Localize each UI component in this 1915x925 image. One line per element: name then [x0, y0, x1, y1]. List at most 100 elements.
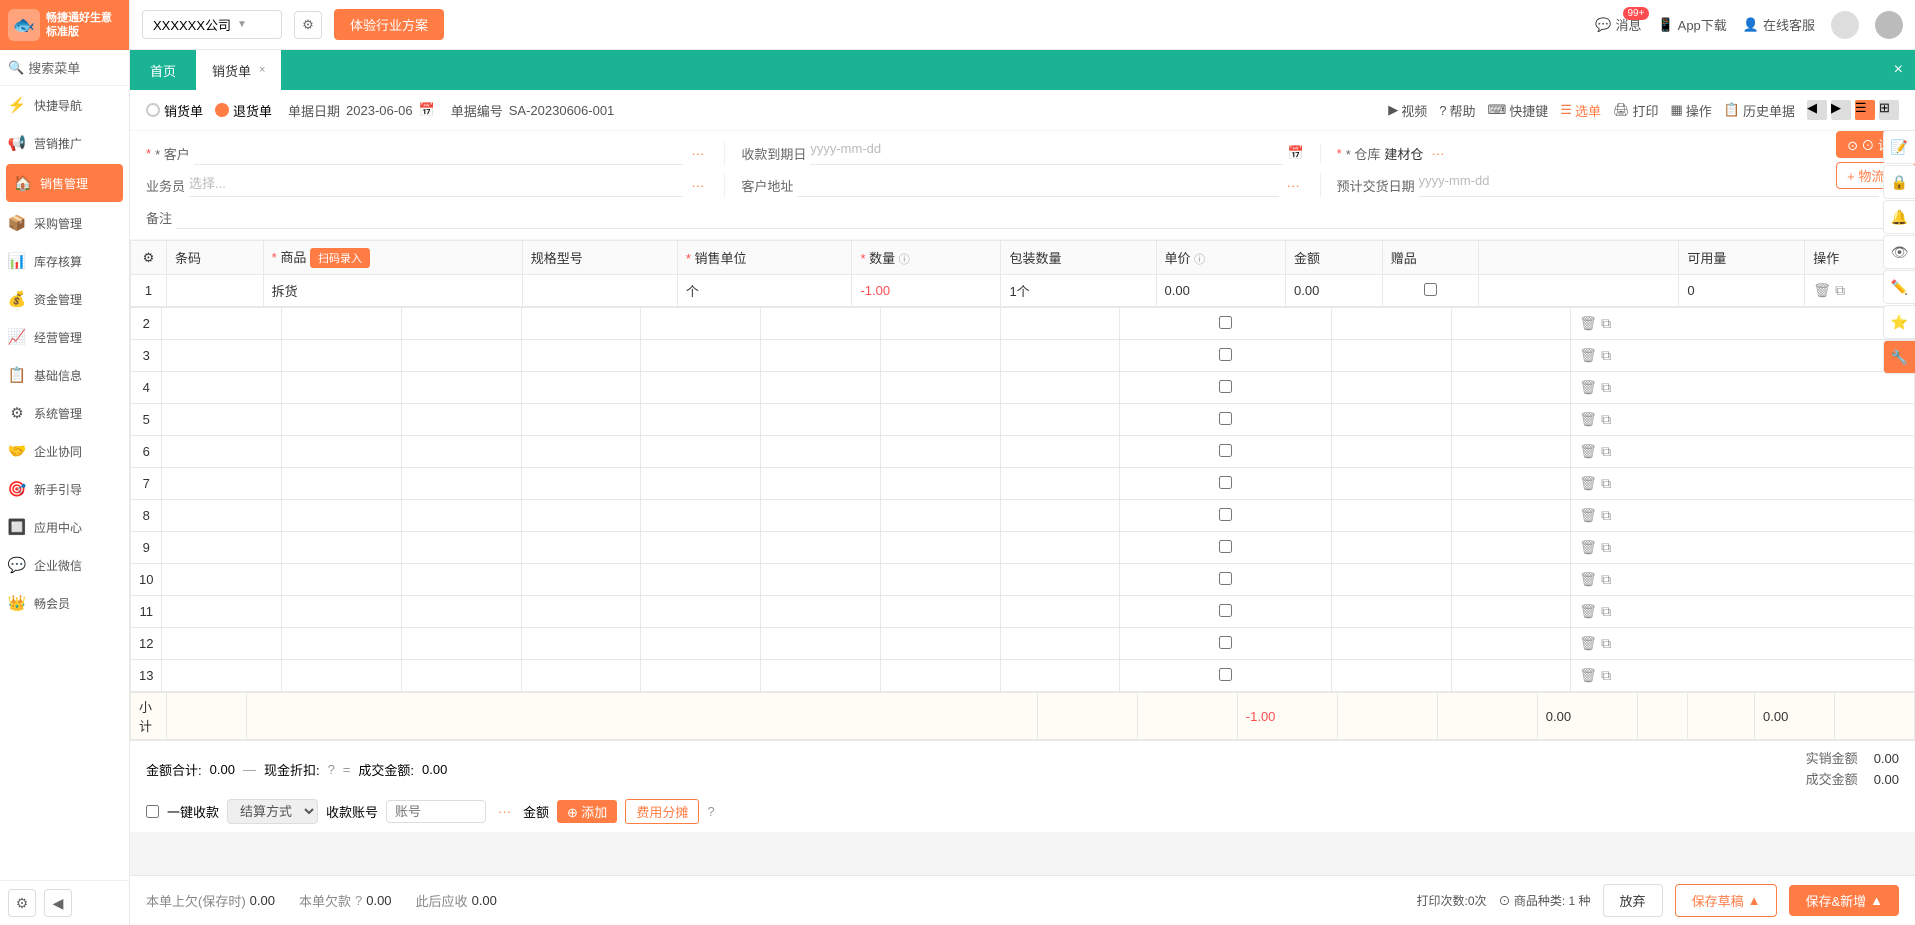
unit-5[interactable] — [521, 404, 641, 436]
quantity-8[interactable] — [641, 500, 761, 532]
quantity-7[interactable] — [641, 468, 761, 500]
pack-qty-2[interactable] — [761, 308, 881, 340]
payment-help-icon[interactable]: ? — [707, 804, 714, 819]
gift-7[interactable] — [1120, 468, 1331, 500]
product-7[interactable] — [282, 468, 402, 500]
gift-2[interactable] — [1120, 308, 1331, 340]
radio-sale[interactable]: 销货单 — [146, 101, 203, 120]
pack-qty-13[interactable] — [761, 660, 881, 692]
sidebar-collapse-btn[interactable]: ◀ — [44, 889, 72, 917]
quantity-3[interactable] — [641, 340, 761, 372]
payment-date-input[interactable]: yyyy-mm-dd — [810, 141, 1283, 165]
sidebar-item-finance[interactable]: 💰 资金管理 — [0, 280, 129, 318]
company-selector[interactable]: XXXXXX公司 ▼ — [142, 10, 282, 39]
barcode-5[interactable] — [162, 404, 282, 436]
copy-icon-13[interactable]: ⧉ — [1601, 667, 1611, 684]
pack-qty-11[interactable] — [761, 596, 881, 628]
pack-qty-5[interactable] — [761, 404, 881, 436]
date-picker-icon[interactable]: 📅 — [419, 102, 435, 118]
barcode-2[interactable] — [162, 308, 282, 340]
save-draft-btn[interactable]: 保存草稿 ▲ — [1675, 884, 1778, 917]
tab-bar-close-btn[interactable]: × — [1894, 61, 1903, 79]
price-12[interactable] — [880, 628, 1000, 660]
spec-3[interactable] — [401, 340, 521, 372]
gift-9[interactable] — [1120, 532, 1331, 564]
unit-12[interactable] — [521, 628, 641, 660]
copy-icon-1[interactable]: ⧉ — [1835, 282, 1845, 299]
pack-qty-1[interactable]: 1个 — [1001, 275, 1156, 307]
unit-4[interactable] — [521, 372, 641, 404]
addr-ellipsis[interactable]: ··· — [1283, 178, 1304, 193]
pack-qty-9[interactable] — [761, 532, 881, 564]
pack-qty-4[interactable] — [761, 372, 881, 404]
message-btn[interactable]: 💬 消息 99+ — [1595, 15, 1641, 34]
quantity-10[interactable] — [641, 564, 761, 596]
spec-13[interactable] — [401, 660, 521, 692]
user-avatar-2[interactable] — [1875, 11, 1903, 39]
barcode-7[interactable] — [162, 468, 282, 500]
amount-9[interactable] — [1000, 532, 1120, 564]
app-download-btn[interactable]: 📱 App下载 — [1657, 15, 1726, 34]
nav-next-btn[interactable]: ▶ — [1831, 100, 1851, 120]
quantity-6[interactable] — [641, 436, 761, 468]
delivery-date-input[interactable]: yyyy-mm-dd — [1419, 173, 1879, 197]
gift-8[interactable] — [1120, 500, 1331, 532]
sidebar-item-enterprise[interactable]: 🤝 企业协同 — [0, 432, 129, 470]
amount-11[interactable] — [1000, 596, 1120, 628]
delete-icon-2[interactable]: 🗑 — [1579, 315, 1597, 332]
spec-6[interactable] — [401, 436, 521, 468]
pack-qty-6[interactable] — [761, 436, 881, 468]
spec-10[interactable] — [401, 564, 521, 596]
amount-12[interactable] — [1000, 628, 1120, 660]
delete-icon-7[interactable]: 🗑 — [1579, 475, 1597, 492]
price-10[interactable] — [880, 564, 1000, 596]
right-panel-eye-btn[interactable]: 👁 — [1883, 235, 1915, 269]
copy-icon-6[interactable]: ⧉ — [1601, 443, 1611, 460]
help-btn[interactable]: ? 帮助 — [1439, 101, 1475, 120]
amount-8[interactable] — [1000, 500, 1120, 532]
spec-11[interactable] — [401, 596, 521, 628]
amount-13[interactable] — [1000, 660, 1120, 692]
price-5[interactable] — [880, 404, 1000, 436]
barcode-8[interactable] — [162, 500, 282, 532]
customer-ellipsis[interactable]: ··· — [687, 146, 708, 161]
gift-4[interactable] — [1120, 372, 1331, 404]
gift-10[interactable] — [1120, 564, 1331, 596]
right-panel-notes-btn[interactable]: 📝 — [1883, 130, 1915, 164]
right-panel-edit-btn[interactable]: ✏️ — [1883, 270, 1915, 304]
quantity-4[interactable] — [641, 372, 761, 404]
spec-1[interactable] — [522, 275, 677, 307]
copy-icon-10[interactable]: ⧉ — [1601, 571, 1611, 588]
tab-close-icon[interactable]: × — [259, 64, 265, 76]
quantity-9[interactable] — [641, 532, 761, 564]
search-menu[interactable]: 🔍 搜索菜单 — [0, 50, 129, 86]
salesman-ellipsis[interactable]: ··· — [687, 178, 708, 193]
product-12[interactable] — [282, 628, 402, 660]
copy-icon-4[interactable]: ⧉ — [1601, 379, 1611, 396]
delete-icon-1[interactable]: 🗑 — [1813, 282, 1831, 299]
price-1[interactable]: 0.00 — [1156, 275, 1286, 307]
quantity-13[interactable] — [641, 660, 761, 692]
sidebar-item-wechat[interactable]: 💬 企业微信 — [0, 546, 129, 584]
product-8[interactable] — [282, 500, 402, 532]
sidebar-item-appstore[interactable]: 🔲 应用中心 — [0, 508, 129, 546]
quantity-5[interactable] — [641, 404, 761, 436]
right-panel-bell-btn[interactable]: 🔔 — [1883, 200, 1915, 234]
trial-button[interactable]: 体验行业方案 — [334, 9, 444, 40]
payment-date-icon[interactable]: 📅 — [1287, 145, 1303, 161]
copy-icon-2[interactable]: ⧉ — [1601, 315, 1611, 332]
copy-icon-3[interactable]: ⧉ — [1601, 347, 1611, 364]
customer-input[interactable] — [194, 141, 684, 165]
price-2[interactable] — [880, 308, 1000, 340]
nav-prev-btn[interactable]: ◀ — [1807, 100, 1827, 120]
unit-9[interactable] — [521, 532, 641, 564]
delete-icon-8[interactable]: 🗑 — [1579, 507, 1597, 524]
view-grid-btn[interactable]: ⊞ — [1879, 100, 1899, 120]
salesman-input[interactable]: 选择... — [189, 173, 683, 197]
gift-5[interactable] — [1120, 404, 1331, 436]
pack-qty-7[interactable] — [761, 468, 881, 500]
unit-1[interactable]: 个 — [677, 275, 852, 307]
radio-return[interactable]: 退货单 — [215, 101, 272, 120]
price-4[interactable] — [880, 372, 1000, 404]
right-panel-lock-btn[interactable]: 🔒 — [1883, 165, 1915, 199]
